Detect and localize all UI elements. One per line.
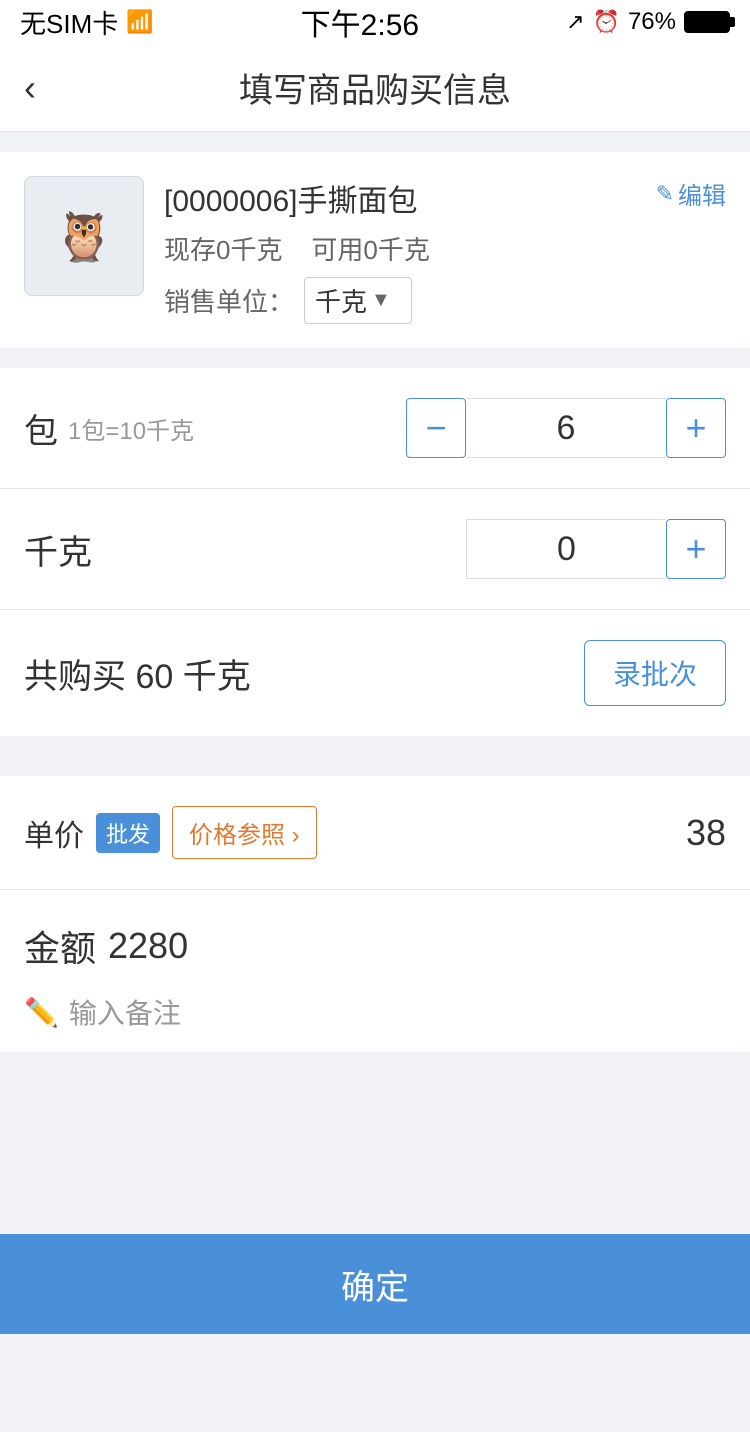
battery-icon — [684, 11, 730, 33]
remark-placeholder: 输入备注 — [69, 992, 181, 1032]
kg-input[interactable] — [466, 519, 666, 579]
unit-select[interactable]: 千克 ▼ — [304, 277, 412, 324]
kg-stepper: + — [466, 519, 726, 579]
summary-text: 共购买 60 千克 — [24, 649, 251, 698]
nav-bar: ‹ 填写商品购买信息 — [0, 44, 750, 132]
package-sub-label: 1包=10千克 — [68, 411, 194, 446]
package-stepper: − + — [406, 398, 726, 458]
package-label: 包 1包=10千克 — [24, 404, 194, 453]
kg-label: 千克 — [24, 525, 92, 574]
amount-label: 金额 — [24, 920, 96, 972]
carrier-text: 无SIM卡 — [20, 4, 118, 41]
page-title: 填写商品购买信息 — [239, 63, 511, 112]
chevron-down-icon: ▼ — [371, 289, 391, 312]
amount-row: 金额 2280 — [24, 920, 726, 972]
package-minus-button[interactable]: − — [406, 398, 466, 458]
product-unit: 销售单位： 千克 ▼ — [164, 277, 726, 324]
edit-button[interactable]: ✎ 编辑 — [656, 176, 726, 211]
stock-available: 可用0千克 — [311, 235, 429, 265]
section-divider-2 — [0, 736, 750, 756]
amount-section: 金额 2280 ✏️ 输入备注 — [0, 890, 750, 1052]
unit-value: 千克 — [315, 282, 367, 319]
confirm-button-label: 确定 — [341, 1260, 409, 1309]
status-bar: 无SIM卡 📶 下午2:56 ↗ ⏰ 76% — [0, 0, 750, 44]
location-icon: ↗ — [566, 9, 584, 35]
package-input-row: 包 1包=10千克 − + — [0, 368, 750, 489]
price-value: 38 — [686, 812, 726, 854]
package-input-section: 包 1包=10千克 − + 千克 + — [0, 368, 750, 610]
batch-button[interactable]: 录批次 — [584, 640, 726, 706]
status-carrier: 无SIM卡 📶 — [20, 4, 154, 41]
package-plus-button[interactable]: + — [666, 398, 726, 458]
price-section: 单价 批发 价格参照 › 38 — [0, 776, 750, 890]
kg-input-row: 千克 + — [0, 489, 750, 610]
amount-value: 2280 — [108, 925, 188, 967]
package-input[interactable] — [466, 398, 666, 458]
stock-current: 现存0千克 — [164, 235, 282, 265]
alarm-icon: ⏰ — [593, 9, 620, 35]
price-label: 单价 批发 价格参照 › — [24, 806, 317, 859]
confirm-button[interactable]: 确定 — [0, 1234, 750, 1334]
wifi-icon: 📶 — [126, 9, 153, 35]
product-image: 🦉 — [24, 176, 144, 296]
kg-plus-button[interactable]: + — [666, 519, 726, 579]
status-right: ↗ ⏰ 76% — [566, 8, 730, 36]
remark-row[interactable]: ✏️ 输入备注 — [24, 992, 726, 1032]
edit-label: 编辑 — [678, 176, 726, 211]
product-section: 🦉 [0000006]手撕面包 现存0千克 可用0千克 销售单位： 千克 ▼ ✎… — [0, 152, 750, 348]
edit-icon: ✎ — [656, 181, 674, 207]
price-tag: 批发 — [96, 813, 160, 853]
status-time: 下午2:56 — [301, 0, 419, 44]
unit-label: 销售单位： — [164, 282, 294, 319]
summary-row: 共购买 60 千克 录批次 — [0, 610, 750, 736]
pencil-icon: ✏️ — [24, 996, 59, 1029]
battery-text: 76% — [628, 8, 676, 36]
product-stock: 现存0千克 可用0千克 — [164, 230, 726, 267]
section-divider-1 — [0, 348, 750, 368]
product-name: [0000006]手撕面包 — [164, 176, 726, 220]
price-ref-button[interactable]: 价格参照 › — [172, 806, 317, 859]
back-button[interactable]: ‹ — [24, 67, 36, 109]
product-info: [0000006]手撕面包 现存0千克 可用0千克 销售单位： 千克 ▼ — [164, 176, 726, 324]
